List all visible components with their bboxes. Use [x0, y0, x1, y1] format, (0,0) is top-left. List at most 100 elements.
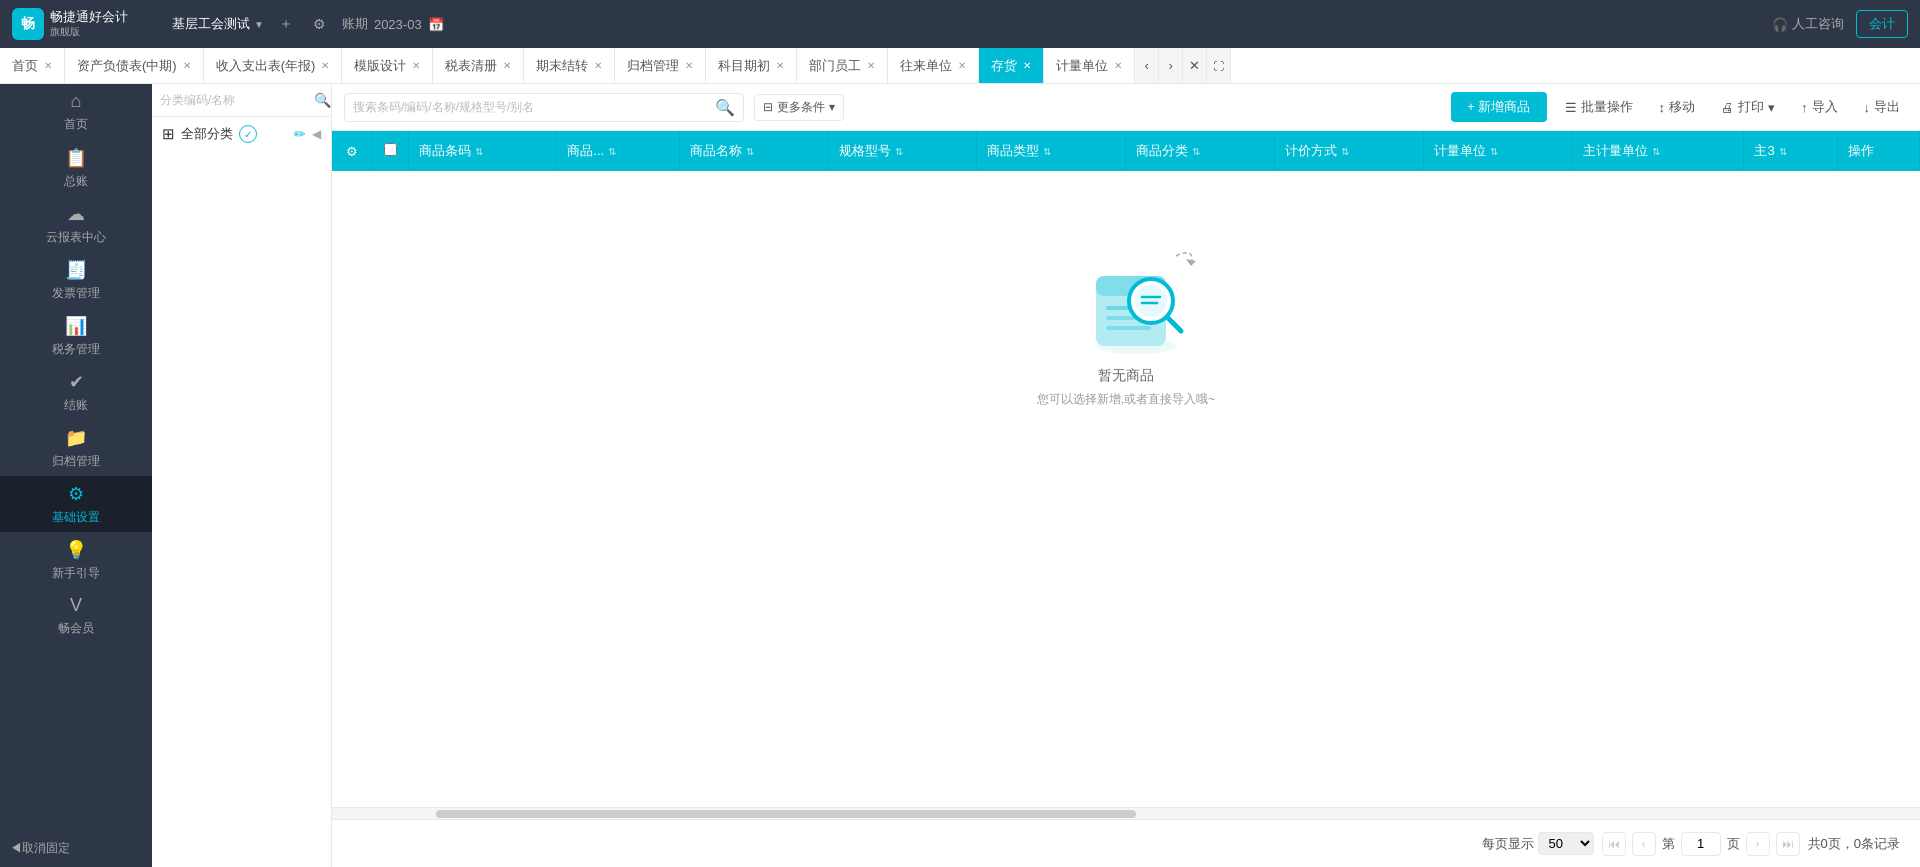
grid-icon: ⊞ [162, 125, 175, 143]
product-search-icon[interactable]: 🔍 [715, 98, 735, 117]
tab-close-contacts[interactable]: ✕ [958, 60, 966, 71]
page-prev-btn[interactable]: ‹ [1632, 832, 1656, 856]
tab-close-subject[interactable]: ✕ [776, 60, 784, 71]
page-number-input[interactable] [1681, 832, 1721, 856]
page-first-btn[interactable]: ⏮ [1602, 832, 1626, 856]
edit-category-icon[interactable]: ✏ [294, 126, 306, 142]
tab-tax[interactable]: 税表清册 ✕ [433, 48, 524, 84]
top-header: 畅 畅捷通好会计 旗舰版 基层工会测试 ▼ ＋ ⚙ 账期 2023-03 📅 🎧… [0, 0, 1920, 48]
tab-archive[interactable]: 归档管理 ✕ [615, 48, 706, 84]
ledger-icon: 📋 [65, 147, 87, 169]
tab-close-inventory[interactable]: ✕ [1023, 60, 1031, 71]
scrollbar-thumb[interactable] [436, 810, 1136, 818]
app-name: 畅捷通好会计 [50, 9, 128, 25]
sidebar-item-tax[interactable]: 📊 税务管理 [0, 308, 152, 364]
horizontal-scrollbar[interactable] [332, 807, 1920, 819]
page-navigation: ⏮ ‹ 第 页 › ⏭ [1602, 832, 1800, 856]
more-filter-button[interactable]: ⊟ 更多条件 ▾ [754, 94, 844, 121]
sidebar-item-invoice[interactable]: 🧾 发票管理 [0, 252, 152, 308]
tab-close-archive[interactable]: ✕ [685, 60, 693, 71]
col-settings[interactable]: ⚙ [332, 131, 372, 171]
category-search-icon[interactable]: 🔍 [314, 92, 331, 108]
app-logo-icon: 畅 [12, 8, 44, 40]
company-dropdown-icon: ▼ [254, 19, 264, 30]
add-product-button[interactable]: + 新增商品 [1451, 92, 1546, 122]
col-spec[interactable]: 规格型号⇅ [828, 131, 977, 171]
tab-nav-next[interactable]: › [1159, 48, 1183, 84]
split-layout: 🔍 ⊞ 全部分类 ✓ ✏ ◀ 🔍 [152, 84, 1920, 867]
page-size-select[interactable]: 50 100 200 [1538, 832, 1594, 855]
sidebar-item-ledger[interactable]: 📋 总账 [0, 140, 152, 196]
tab-homepage[interactable]: 首页 ✕ [0, 48, 65, 84]
select-all-checkbox[interactable] [384, 143, 397, 156]
col-checkbox[interactable] [372, 131, 408, 171]
sidebar-item-guide[interactable]: 💡 新手引导 [0, 532, 152, 588]
right-panel: 🔍 ⊟ 更多条件 ▾ + 新增商品 ☰ 批量操作 ↕ 移 [332, 84, 1920, 867]
import-icon: ↑ [1801, 100, 1808, 115]
add-tab-button[interactable]: ＋ [274, 12, 298, 36]
tab-contacts[interactable]: 往来单位 ✕ [888, 48, 979, 84]
tab-close-balance[interactable]: ✕ [183, 60, 191, 71]
settings-icon: ⚙ [68, 483, 84, 505]
export-button[interactable]: ↓ 导出 [1856, 94, 1909, 120]
kuaiji-button[interactable]: 会计 [1856, 10, 1908, 38]
page-next-btn[interactable]: › [1746, 832, 1770, 856]
empty-state: 暂无商品 您可以选择新增,或者直接导入哦~ [332, 171, 1920, 468]
move-button[interactable]: ↕ 移动 [1651, 94, 1704, 120]
tab-close-unit[interactable]: ✕ [1114, 60, 1122, 71]
col-name[interactable]: 商品名称⇅ [679, 131, 828, 171]
print-button[interactable]: 🖨 打印 ▾ [1713, 94, 1783, 120]
tab-unit[interactable]: 计量单位 ✕ [1044, 48, 1135, 84]
tab-income[interactable]: 收入支出表(年报) ✕ [204, 48, 343, 84]
tab-close-homepage[interactable]: ✕ [44, 60, 52, 71]
tab-expand[interactable]: ⛶ [1207, 48, 1231, 84]
product-search-input[interactable] [353, 100, 709, 114]
tab-close-dept[interactable]: ✕ [867, 60, 875, 71]
col-price-method[interactable]: 计价方式⇅ [1275, 131, 1424, 171]
sidebar-item-settings[interactable]: ⚙ 基础设置 [0, 476, 152, 532]
col-category[interactable]: 商品分类⇅ [1126, 131, 1275, 171]
collapse-icon[interactable]: ◀ [312, 127, 321, 141]
tab-subject-init[interactable]: 科目期初 ✕ [706, 48, 797, 84]
content-area: 🔍 ⊞ 全部分类 ✓ ✏ ◀ 🔍 [152, 84, 1920, 867]
tab-inventory[interactable]: 存货 ✕ [979, 48, 1044, 84]
company-name[interactable]: 基层工会测试 ▼ [172, 15, 264, 33]
category-search-bar: 🔍 [152, 84, 331, 117]
logo-text-area: 畅捷通好会计 旗舰版 [50, 9, 128, 39]
col-barcode[interactable]: 商品条码⇅ [408, 131, 557, 171]
category-tag-icon: ✓ [239, 125, 257, 143]
col-extra[interactable]: 主3⇅ [1744, 131, 1837, 171]
category-search-input[interactable] [160, 93, 310, 107]
import-button[interactable]: ↑ 导入 [1793, 94, 1846, 120]
cancel-fixed-btn[interactable]: ◀取消固定 [0, 830, 152, 867]
tab-period-close[interactable]: 期末结转 ✕ [524, 48, 615, 84]
tab-close-template[interactable]: ✕ [412, 60, 420, 71]
sidebar-item-settle[interactable]: ✔ 结账 [0, 364, 152, 420]
tax-icon: 📊 [65, 315, 87, 337]
tab-balance[interactable]: 资产负债表(中期) ✕ [65, 48, 204, 84]
batch-operation-button[interactable]: ☰ 批量操作 [1557, 94, 1641, 120]
sidebar-item-archive[interactable]: 📁 归档管理 [0, 420, 152, 476]
sidebar-item-cloud-report[interactable]: ☁ 云报表中心 [0, 196, 152, 252]
tab-nav-prev[interactable]: ‹ [1135, 48, 1159, 84]
svg-line-8 [1167, 317, 1181, 331]
tab-template[interactable]: 模版设计 ✕ [342, 48, 433, 84]
page-last-btn[interactable]: ⏭ [1776, 832, 1800, 856]
col-unit[interactable]: 计量单位⇅ [1423, 131, 1572, 171]
col-type[interactable]: 商品类型⇅ [977, 131, 1126, 171]
tab-close-period-close[interactable]: ✕ [594, 60, 602, 71]
settings-header-button[interactable]: ⚙ [308, 12, 332, 36]
filter-arrow-icon: ▾ [829, 100, 835, 114]
tab-dept-staff[interactable]: 部门员工 ✕ [797, 48, 888, 84]
svg-rect-5 [1106, 326, 1151, 330]
sidebar-item-member[interactable]: V 畅会员 [0, 588, 152, 644]
all-category-item[interactable]: ⊞ 全部分类 ✓ ✏ ◀ [152, 117, 331, 151]
tab-close-all[interactable]: ✕ [1183, 48, 1207, 84]
tab-close-tax[interactable]: ✕ [503, 60, 511, 71]
ai-consult-link[interactable]: 🎧 人工咨询 [1772, 15, 1844, 33]
sidebar-item-homepage[interactable]: ⌂ 首页 [0, 84, 152, 140]
calendar-icon[interactable]: 📅 [428, 17, 444, 32]
col-code[interactable]: 商品...⇅ [557, 131, 679, 171]
col-main-unit[interactable]: 主计量单位⇅ [1572, 131, 1744, 171]
tab-close-income[interactable]: ✕ [321, 60, 329, 71]
